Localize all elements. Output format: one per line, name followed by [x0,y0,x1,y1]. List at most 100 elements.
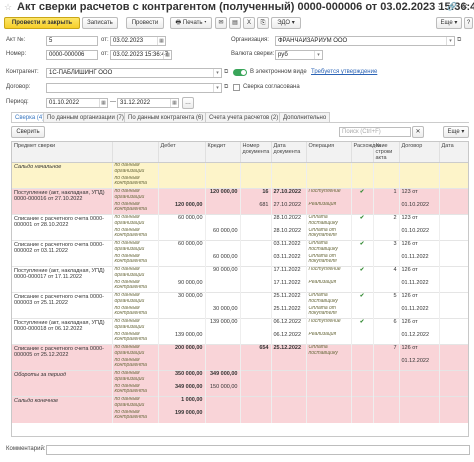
edo-toggle[interactable] [233,69,247,76]
currency-field[interactable]: руб ▾ [275,50,323,60]
row-debit-org: 60 000,00 [158,214,206,228]
row-operation-org [306,396,352,410]
edo-button[interactable]: ЭДО ▾ [271,17,301,29]
tab-additional[interactable]: Дополнительно [279,112,331,122]
table-row[interactable]: Сальдо конечное по данным организации 1 00… [12,396,468,423]
row-date-cp [439,357,468,371]
table-row[interactable]: Списание с расчетного счета 0000-000005 … [12,344,468,371]
more-vertical-icon[interactable]: ⋮ [433,2,445,12]
table-row[interactable]: Поступление (акт, накладная, УПД) 0000-0… [12,318,468,345]
chevron-down-icon[interactable]: ▾ [314,51,322,59]
tab-organization-data[interactable]: По данным организации (7) [43,112,128,122]
table-row[interactable]: Поступление (акт, накладная, УПД) 0000-0… [12,188,468,215]
reconcile-button[interactable]: Сверить [11,126,45,138]
excel-icon[interactable]: X [243,17,255,29]
col-subject[interactable]: Предмет сверки [12,142,113,163]
chevron-down-icon[interactable]: ▾ [213,69,221,77]
table-row[interactable]: Списание с расчетного счета 0000-000003 … [12,292,468,319]
more-button[interactable]: Еще ▾ [436,17,462,29]
period-from-field[interactable]: 01.10.2022 ▦ [46,98,108,108]
act-date-field[interactable]: 03.02.2023 ▦ [110,36,166,46]
row-credit-cp [205,409,241,423]
mail-icon[interactable]: ✉ [215,17,227,29]
row-date [439,318,468,332]
row-date [439,240,468,254]
row-docnum-org: 16 [240,188,272,202]
act-number-field[interactable]: 5 [46,36,98,46]
col-discrepancy[interactable]: Расхождение [351,142,388,163]
col-operation[interactable]: Операция [306,142,352,163]
counterparty-field[interactable]: 1С-ПАБЛИШИНГ ООО ▾ [46,68,222,78]
open-icon[interactable]: ⧉ [457,37,461,44]
row-source-cp: по данным контрагента [112,253,159,267]
contract-field[interactable]: ▾ [46,83,222,93]
row-contract-date: 01.12.2022 [399,357,440,371]
row-docdate-org [271,396,307,410]
chevron-down-icon[interactable]: ▾ [446,37,454,45]
table-row[interactable]: Поступление (акт, накладная, УПД) 0000-0… [12,266,468,293]
row-debit-org [158,188,206,202]
save-button[interactable]: Записать [82,17,118,29]
help-button[interactable]: ? [464,17,473,29]
number-field[interactable]: 0000-000006 [46,50,98,60]
agreed-checkbox[interactable] [233,84,240,91]
row-contract [399,370,440,384]
row-operation-org [306,162,352,176]
title-bar: ☆ Акт сверки расчетов с контрагентом (по… [0,0,474,14]
col-doc-number[interactable]: Номер документа [240,142,272,163]
table-row[interactable]: Сальдо начальное по данным организации [12,162,468,189]
table-row[interactable]: Списание с расчетного счета 0000-000002 … [12,240,468,267]
post-button[interactable]: Провести [126,17,164,29]
calendar-icon[interactable]: ▦ [99,99,107,107]
post-and-close-button[interactable]: Провести и закрыть [4,17,80,29]
table-row[interactable]: Обороты за период по данным организации 35… [12,370,468,397]
organization-label: Организация: [231,37,269,43]
calendar-icon[interactable]: ▦ [163,51,171,59]
col-date[interactable]: Дата [439,142,468,163]
period-select-button[interactable]: … [182,97,194,109]
row-docnum-org [240,240,272,254]
row-subject: Поступление (акт, накладная, УПД) 0000-0… [12,318,113,345]
document-icon[interactable]: ▤ [229,17,241,29]
chevron-down-icon[interactable]: ▾ [213,84,221,92]
calendar-icon[interactable]: ▦ [170,99,178,107]
tab-accounts[interactable]: Счета учета расчетов (2) [205,112,283,122]
row-docnum-org [240,162,272,176]
row-contract-date [399,175,440,189]
table-row[interactable]: Списание с расчетного счета 0000-000001 … [12,214,468,241]
print-button[interactable]: 🖶 Печать ▾ [170,17,212,29]
number-date-field[interactable]: 03.02.2023 15:36:47 ▦ [110,50,172,60]
comment-field[interactable] [46,445,470,455]
row-docnum-cp [240,253,272,267]
link-icon[interactable]: 🔗 [446,2,458,12]
row-credit-org [205,240,241,254]
open-icon[interactable]: ⧉ [224,84,228,91]
table-header: Предмет сверки Дебет Кредит Номер докуме… [12,142,468,163]
search-clear-icon[interactable]: ✕ [412,126,424,138]
row-date-cp [439,201,468,215]
row-contract-date: 01.10.2022 [399,227,440,241]
col-doc-date[interactable]: Дата документа [271,142,307,163]
row-source-cp: по данным контрагента [112,175,159,189]
approval-required-link[interactable]: Требуется утверждение [311,69,377,75]
col-debit[interactable]: Дебет [158,142,206,163]
search-input[interactable]: Поиск (Ctrl+F) [339,127,411,137]
organization-field[interactable]: ФРАНЧАЙЗАРИУМ ООО ▾ [275,36,455,46]
row-debit-org: 60 000,00 [158,240,206,254]
row-operation-org: Поступление [306,266,352,280]
number-date-label: от: [101,51,109,57]
tab-counterparty-data[interactable]: По данным контрагента (6) [124,112,208,122]
col-credit[interactable]: Кредит [205,142,241,163]
row-source-cp: по данным контрагента [112,279,159,293]
attachment-icon[interactable]: ⎘ [257,17,269,29]
row-contract: 123 от [399,188,440,202]
favorite-star-icon[interactable]: ☆ [4,2,12,13]
calendar-icon[interactable]: ▦ [157,37,165,45]
open-icon[interactable]: ⧉ [224,69,228,76]
row-source-org: по данным организации [112,292,159,306]
row-subject: Списание с расчетного счета 0000-000003 … [12,292,113,319]
period-to-field[interactable]: 31.12.2022 ▦ [117,98,179,108]
close-icon[interactable]: ✕ [459,2,471,12]
grid-more-button[interactable]: Еще ▾ [443,126,469,138]
col-contract[interactable]: Договор [399,142,440,163]
